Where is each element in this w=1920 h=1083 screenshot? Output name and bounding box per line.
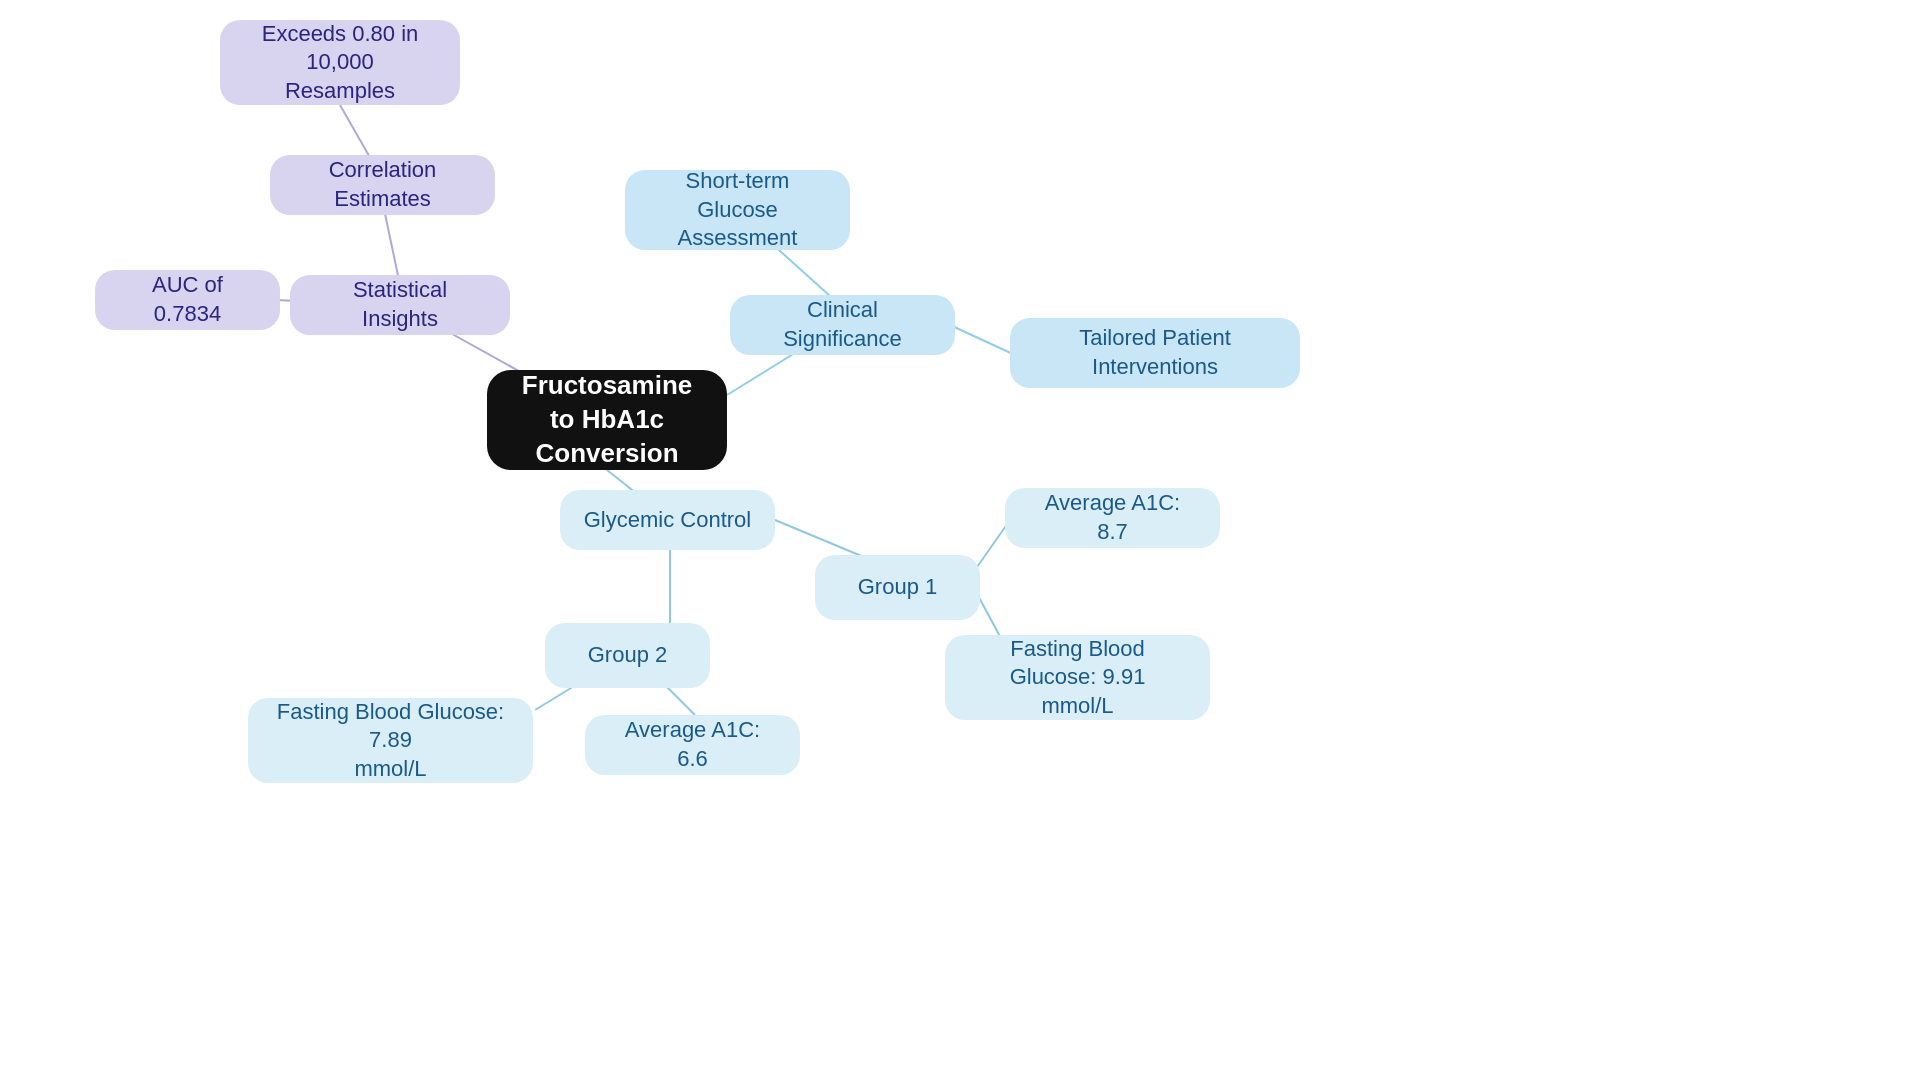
average-a1c-66-node: Average A1C: 6.6 [585, 715, 800, 775]
mind-map-container: Fructosamine to HbA1c Conversion Statist… [0, 0, 1920, 1083]
correlation-node: Correlation Estimates [270, 155, 495, 215]
group2-label: Group 2 [588, 641, 668, 670]
fasting-789-label: Fasting Blood Glucose: 7.89 mmol/L [270, 698, 511, 784]
fasting-991-node: Fasting Blood Glucose: 9.91 mmol/L [945, 635, 1210, 720]
auc-node: AUC of 0.7834 [95, 270, 280, 330]
tailored-node: Tailored Patient Interventions [1010, 318, 1300, 388]
svg-line-13 [665, 685, 695, 715]
fasting-789-node: Fasting Blood Glucose: 7.89 mmol/L [248, 698, 533, 783]
group2-node: Group 2 [545, 623, 710, 688]
center-label: Fructosamine to HbA1c Conversion [509, 369, 705, 470]
correlation-label: Correlation Estimates [292, 156, 473, 213]
glycemic-control-node: Glycemic Control [560, 490, 775, 550]
average-a1c-87-node: Average A1C: 8.7 [1005, 488, 1220, 548]
statistical-insights-node: Statistical Insights [290, 275, 510, 335]
statistical-insights-label: Statistical Insights [312, 276, 488, 333]
average-a1c-87-label: Average A1C: 8.7 [1027, 489, 1198, 546]
auc-label: AUC of 0.7834 [117, 271, 258, 328]
short-term-label: Short-term Glucose Assessment [647, 167, 828, 253]
clinical-significance-label: Clinical Significance [752, 296, 933, 353]
exceeds-node: Exceeds 0.80 in 10,000 Resamples [220, 20, 460, 105]
exceeds-label: Exceeds 0.80 in 10,000 Resamples [242, 20, 438, 106]
fasting-991-label: Fasting Blood Glucose: 9.91 mmol/L [967, 635, 1188, 721]
group1-label: Group 1 [858, 573, 938, 602]
center-node: Fructosamine to HbA1c Conversion [487, 370, 727, 470]
clinical-significance-node: Clinical Significance [730, 295, 955, 355]
short-term-node: Short-term Glucose Assessment [625, 170, 850, 250]
group1-node: Group 1 [815, 555, 980, 620]
tailored-label: Tailored Patient Interventions [1032, 324, 1278, 381]
average-a1c-66-label: Average A1C: 6.6 [607, 716, 778, 773]
svg-line-6 [950, 325, 1015, 355]
glycemic-control-label: Glycemic Control [584, 506, 751, 535]
